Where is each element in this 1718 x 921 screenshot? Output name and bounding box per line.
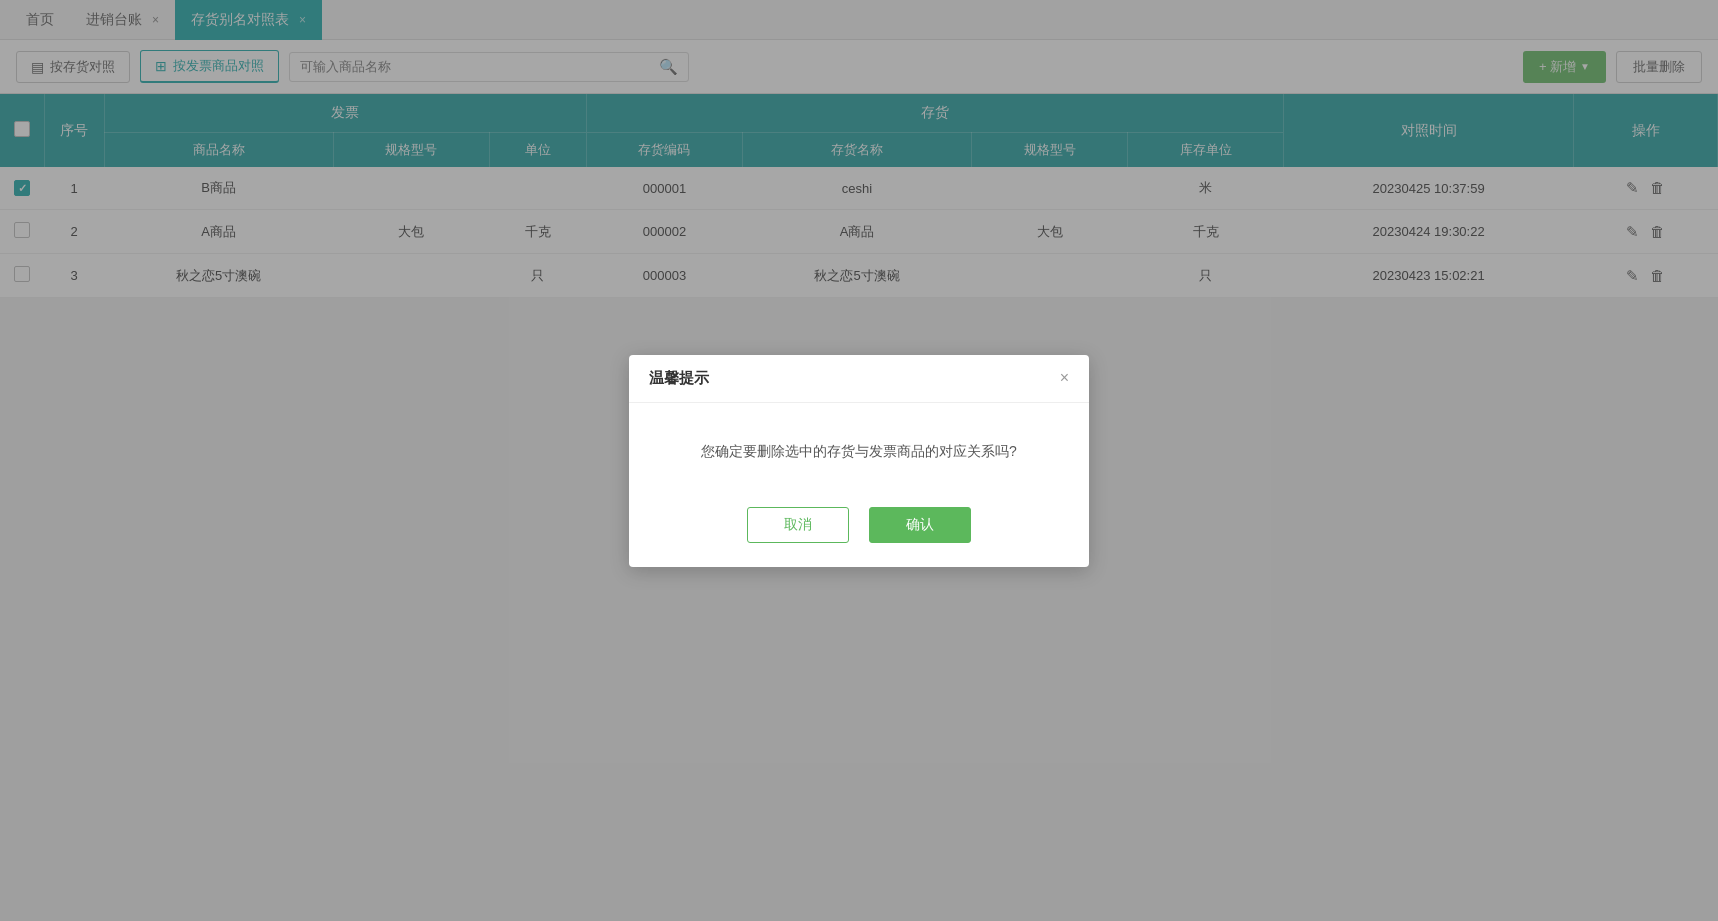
page-content: 序号 发票 存货 对照时间 操作 商品名称 规格型号 单位 存货编码 存货名称 … (0, 94, 1718, 298)
modal-overlay: 温馨提示 × 您确定要删除选中的存货与发票商品的对应关系吗? 取消 确认 (0, 0, 1718, 298)
